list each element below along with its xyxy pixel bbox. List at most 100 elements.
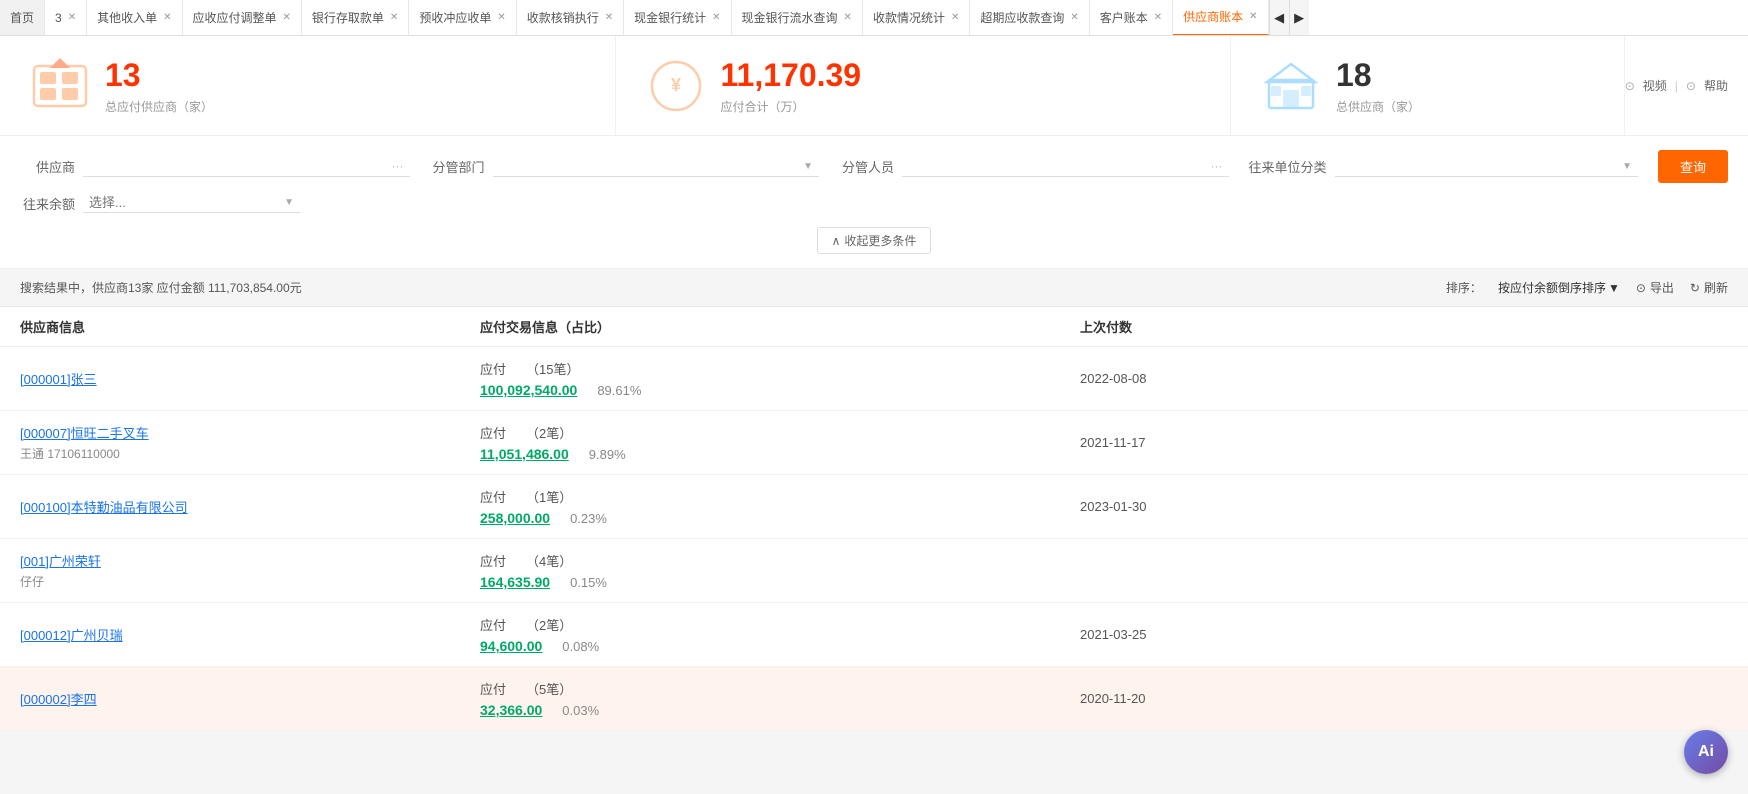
sort-value[interactable]: 按应付余额倒序排序 ▼ — [1498, 279, 1620, 296]
table-row: [000007]恒旺二手叉车 王通 17106110000 应付 （2笔） 11… — [0, 411, 1748, 475]
close-icon[interactable]: ✕ — [951, 12, 959, 23]
category-arrow-icon[interactable]: ▼ — [1622, 161, 1632, 172]
nav-tab-ar-adjust[interactable]: 应收应付调整单 ✕ — [183, 0, 302, 36]
payable-amount-number: 11,170.39 — [721, 56, 862, 94]
total-suppliers-label: 总供应商（家） — [1336, 98, 1420, 115]
refresh-button[interactable]: ↻ 刷新 — [1690, 279, 1728, 296]
supplier-input[interactable] — [89, 159, 392, 174]
person-input[interactable] — [908, 159, 1211, 174]
close-icon[interactable]: ✕ — [497, 12, 505, 23]
category-input[interactable] — [1341, 159, 1623, 174]
nav-tab-collection[interactable]: 收款核销执行 ✕ — [517, 0, 624, 36]
export-button[interactable]: ⊙ 导出 — [1636, 279, 1674, 296]
nav-tab-other-income[interactable]: 其他收入单 ✕ — [87, 0, 182, 36]
nav-tab-supplier-ledger[interactable]: 供应商账本 ✕ — [1173, 0, 1268, 36]
nav-tab-overdue[interactable]: 超期应收款查询 ✕ — [970, 0, 1089, 36]
nav-tab-collection-stats[interactable]: 收款情况统计 ✕ — [863, 0, 970, 36]
transaction-info-5: 应付 （2笔） 94,600.00 0.08% — [480, 615, 1080, 654]
supplier-info-5: [000012]广州贝瑞 — [20, 625, 480, 644]
supplier-filter-label: 供应商 — [20, 157, 75, 176]
ai-button[interactable]: Ai — [1684, 730, 1728, 774]
dept-arrow-icon[interactable]: ▼ — [803, 161, 813, 172]
tx-amount-2[interactable]: 11,051,486.00 — [480, 446, 569, 462]
close-icon[interactable]: ✕ — [163, 12, 171, 23]
supplier-link-4[interactable]: [001]广州荣轩 — [20, 551, 480, 570]
dept-input[interactable] — [499, 159, 804, 174]
filter-person: 分管人员 ··· — [839, 157, 1229, 177]
header-supplier: 供应商信息 — [20, 317, 480, 336]
video-link[interactable]: 视频 — [1643, 77, 1667, 94]
result-bar: 搜索结果中，供应商13家 应付金额 111,703,854.00元 排序： 按应… — [0, 269, 1748, 307]
category-select-wrap: ▼ — [1335, 157, 1638, 177]
dept-select-wrap: ▼ — [493, 157, 820, 177]
nav-tab-cash-stats[interactable]: 现金银行统计 ✕ — [624, 0, 731, 36]
payable-icon: ¥ — [646, 56, 706, 116]
nav-next-arrow[interactable]: ▶ — [1289, 0, 1309, 36]
filter-dept: 分管部门 ▼ — [430, 157, 820, 177]
close-icon[interactable]: ✕ — [390, 12, 398, 23]
transaction-info-4: 应付 （4笔） 164,635.90 0.15% — [480, 551, 1080, 590]
result-actions: 排序： 按应付余额倒序排序 ▼ ⊙ 导出 ↻ 刷新 — [1446, 279, 1728, 296]
close-icon[interactable]: ✕ — [68, 12, 76, 23]
sort-arrow-icon: ▼ — [1608, 281, 1620, 295]
supplier-info-1: [000001]张三 — [20, 369, 480, 388]
close-icon[interactable]: ✕ — [712, 12, 720, 23]
tx-amount-3[interactable]: 258,000.00 — [480, 510, 550, 526]
close-icon[interactable]: ✕ — [1070, 12, 1078, 23]
svg-text:¥: ¥ — [670, 75, 680, 95]
supplier-sub-4: 仔仔 — [20, 573, 480, 590]
nav-tab-3[interactable]: 3 ✕ — [45, 0, 87, 36]
help-link[interactable]: 帮助 — [1704, 77, 1728, 94]
supplier-info-3: [000100]本特勤油品有限公司 — [20, 497, 480, 516]
transaction-info-6: 应付 （5笔） 32,366.00 0.03% — [480, 679, 1080, 718]
payable-amount-label: 应付合计（万） — [721, 98, 862, 115]
close-icon[interactable]: ✕ — [1154, 12, 1162, 23]
supplier-info-6: [000002]李四 — [20, 689, 480, 708]
result-info: 搜索结果中，供应商13家 应付金额 111,703,854.00元 — [20, 279, 302, 296]
person-filter-label: 分管人员 — [839, 157, 894, 176]
supplier-link-3[interactable]: [000100]本特勤油品有限公司 — [20, 497, 480, 516]
nav-tab-home[interactable]: 首页 — [0, 0, 45, 36]
filter-area: 供应商 ··· 分管部门 ▼ 分管人员 ··· 往来单位分类 — [0, 136, 1748, 269]
table-row: [000100]本特勤油品有限公司 应付 （1笔） 258,000.00 0.2… — [0, 475, 1748, 539]
lastpay-3: 2023-01-30 — [1080, 499, 1728, 514]
search-button[interactable]: 查询 — [1658, 150, 1728, 183]
filter-category: 往来单位分类 ▼ — [1249, 157, 1639, 177]
table-row: [000001]张三 应付 （15笔） 100,092,540.00 89.61… — [0, 347, 1748, 411]
close-icon[interactable]: ✕ — [605, 12, 613, 23]
filter-supplier: 供应商 ··· — [20, 157, 410, 177]
close-icon[interactable]: ✕ — [283, 12, 291, 23]
supplier-dots[interactable]: ··· — [392, 159, 404, 173]
transaction-info-3: 应付 （1笔） 258,000.00 0.23% — [480, 487, 1080, 526]
person-dots[interactable]: ··· — [1211, 159, 1223, 173]
filter-balance: 往来余额 ▼ — [20, 193, 300, 213]
tx-amount-5[interactable]: 94,600.00 — [480, 638, 542, 654]
supplier-link-1[interactable]: [000001]张三 — [20, 369, 480, 388]
tx-amount-6[interactable]: 32,366.00 — [480, 702, 542, 718]
lastpay-5: 2021-03-25 — [1080, 627, 1728, 642]
tx-amount-1[interactable]: 100,092,540.00 — [480, 382, 577, 398]
top-nav: 首页 3 ✕ 其他收入单 ✕ 应收应付调整单 ✕ 银行存取款单 ✕ 预收冲应收单… — [0, 0, 1748, 36]
supplier-link-2[interactable]: [000007]恒旺二手叉车 — [20, 423, 480, 442]
tx-amount-4[interactable]: 164,635.90 — [480, 574, 550, 590]
nav-tab-prepay-offset[interactable]: 预收冲应收单 ✕ — [409, 0, 516, 36]
supplier-link-5[interactable]: [000012]广州贝瑞 — [20, 625, 480, 644]
payable-suppliers-number: 13 — [105, 56, 213, 94]
balance-filter-label: 往来余额 — [20, 194, 75, 213]
balance-select-wrap: ▼ — [83, 193, 300, 213]
nav-prev-arrow[interactable]: ◀ — [1269, 0, 1289, 36]
nav-tab-cash-flow[interactable]: 现金银行流水查询 ✕ — [732, 0, 863, 36]
supplier-link-6[interactable]: [000002]李四 — [20, 689, 480, 708]
nav-tab-bank-deposit[interactable]: 银行存取款单 ✕ — [302, 0, 409, 36]
table: 供应商信息 应付交易信息（占比） 上次付数 [000001]张三 应付 （15笔… — [0, 307, 1748, 731]
balance-arrow-icon[interactable]: ▼ — [284, 197, 294, 208]
close-icon[interactable]: ✕ — [844, 12, 852, 23]
nav-tab-customer-ledger[interactable]: 客户账本 ✕ — [1090, 0, 1173, 36]
balance-input[interactable] — [89, 195, 284, 210]
collapse-button[interactable]: ∧ 收起更多条件 — [817, 227, 932, 254]
close-icon[interactable]: ✕ — [1249, 11, 1257, 22]
sort-label: 排序： — [1446, 279, 1482, 296]
table-row: [000012]广州贝瑞 应付 （2笔） 94,600.00 0.08% 202… — [0, 603, 1748, 667]
transaction-info-2: 应付 （2笔） 11,051,486.00 9.89% — [480, 423, 1080, 462]
filter-row-2: 往来余额 ▼ — [20, 193, 1728, 213]
